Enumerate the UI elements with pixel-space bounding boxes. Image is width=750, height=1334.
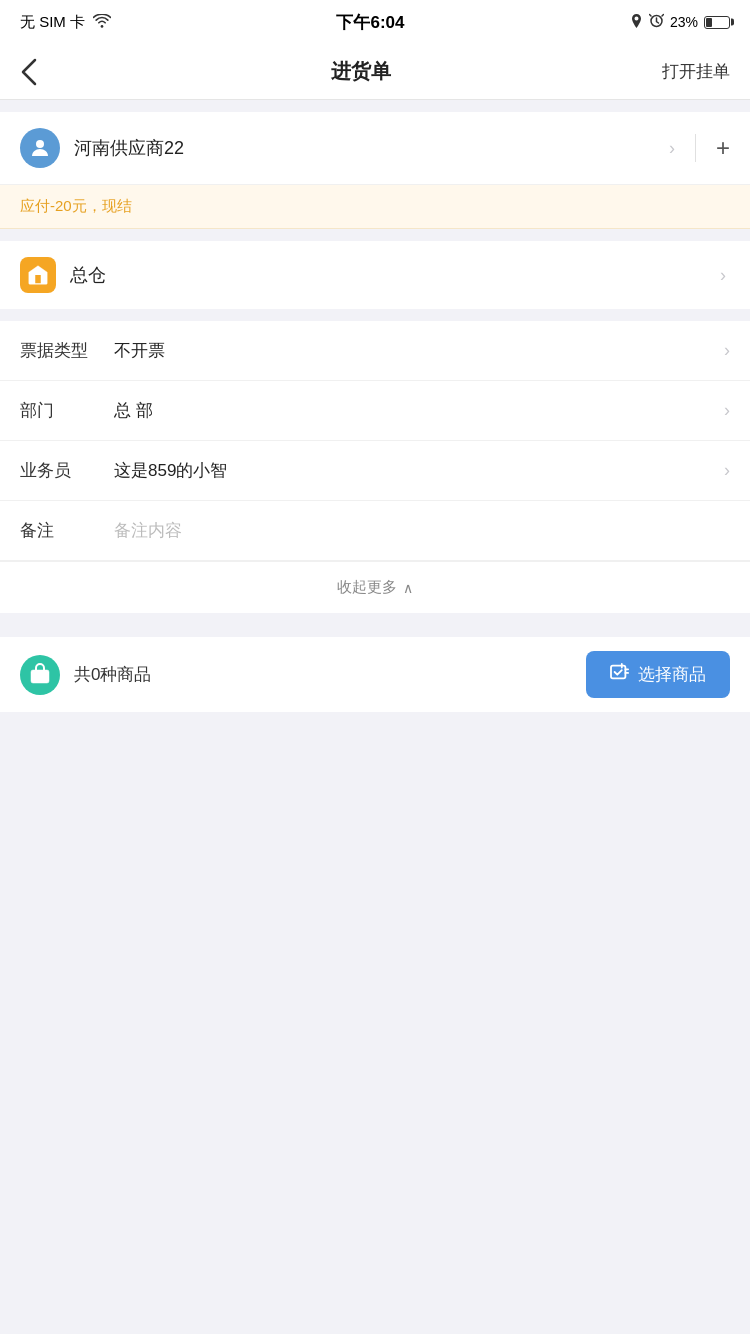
- salesperson-value: 这是859的小智: [100, 459, 724, 482]
- gap-1: [0, 100, 750, 112]
- warehouse-icon: [20, 257, 56, 293]
- invoice-type-label: 票据类型: [20, 339, 100, 362]
- status-time: 下午6:04: [336, 11, 404, 34]
- salesperson-label: 业务员: [20, 459, 100, 482]
- notice-text: 应付-20元，现结: [20, 197, 132, 214]
- supplier-avatar: [20, 128, 60, 168]
- salesperson-chevron-icon: ›: [724, 460, 730, 481]
- back-button[interactable]: [20, 57, 60, 87]
- select-product-button[interactable]: 选择商品: [586, 651, 730, 698]
- wifi-icon: [93, 14, 111, 31]
- department-label: 部门: [20, 399, 100, 422]
- open-pending-button[interactable]: 打开挂单: [662, 60, 730, 83]
- remark-label: 备注: [20, 519, 100, 542]
- supplier-name: 河南供应商22: [74, 136, 669, 160]
- product-count: 共0种商品: [74, 663, 586, 686]
- gap-4: [0, 613, 750, 625]
- supplier-row[interactable]: 河南供应商22 › +: [0, 112, 750, 185]
- warehouse-row[interactable]: 总仓 ›: [0, 241, 750, 309]
- battery-percent: 23%: [670, 14, 698, 30]
- bottom-section: 共0种商品 选择商品: [0, 637, 750, 712]
- salesperson-row[interactable]: 业务员 这是859的小智 ›: [0, 441, 750, 501]
- gap-3: [0, 309, 750, 321]
- remark-value: 备注内容: [100, 519, 730, 542]
- supplier-chevron-icon: ›: [669, 138, 675, 159]
- status-right: 23%: [630, 13, 730, 31]
- invoice-type-row[interactable]: 票据类型 不开票 ›: [0, 321, 750, 381]
- department-value: 总 部: [100, 399, 724, 422]
- invoice-type-value: 不开票: [100, 339, 724, 362]
- department-chevron-icon: ›: [724, 400, 730, 421]
- status-left: 无 SIM 卡: [20, 13, 111, 32]
- form-section: 票据类型 不开票 › 部门 总 部 › 业务员 这是859的小智 › 备注 备注…: [0, 321, 750, 613]
- collapse-row[interactable]: 收起更多 ∧: [0, 561, 750, 613]
- alarm-icon: [649, 13, 664, 31]
- warehouse-chevron-icon: ›: [720, 265, 726, 286]
- page-title: 进货单: [331, 58, 391, 85]
- warehouse-section: 总仓 ›: [0, 241, 750, 309]
- location-icon: [630, 14, 643, 31]
- battery-icon: [704, 16, 730, 29]
- notice-bar: 应付-20元，现结: [0, 185, 750, 229]
- gap-2: [0, 229, 750, 241]
- carrier-label: 无 SIM 卡: [20, 13, 85, 32]
- remark-row[interactable]: 备注 备注内容: [0, 501, 750, 561]
- supplier-section: 河南供应商22 › + 应付-20元，现结: [0, 112, 750, 229]
- add-supplier-button[interactable]: +: [716, 134, 730, 162]
- svg-point-1: [36, 140, 44, 148]
- collapse-icon: ∧: [403, 580, 413, 596]
- svg-rect-3: [611, 666, 625, 679]
- nav-bar: 进货单 打开挂单: [0, 44, 750, 100]
- select-product-label: 选择商品: [638, 663, 706, 686]
- product-icon: [20, 655, 60, 695]
- divider: [695, 134, 696, 162]
- invoice-type-chevron-icon: ›: [724, 340, 730, 361]
- svg-rect-2: [31, 670, 49, 683]
- collapse-label: 收起更多: [337, 578, 397, 597]
- select-product-icon: [610, 663, 630, 686]
- warehouse-name: 总仓: [70, 263, 720, 287]
- status-bar: 无 SIM 卡 下午6:04 23%: [0, 0, 750, 44]
- department-row[interactable]: 部门 总 部 ›: [0, 381, 750, 441]
